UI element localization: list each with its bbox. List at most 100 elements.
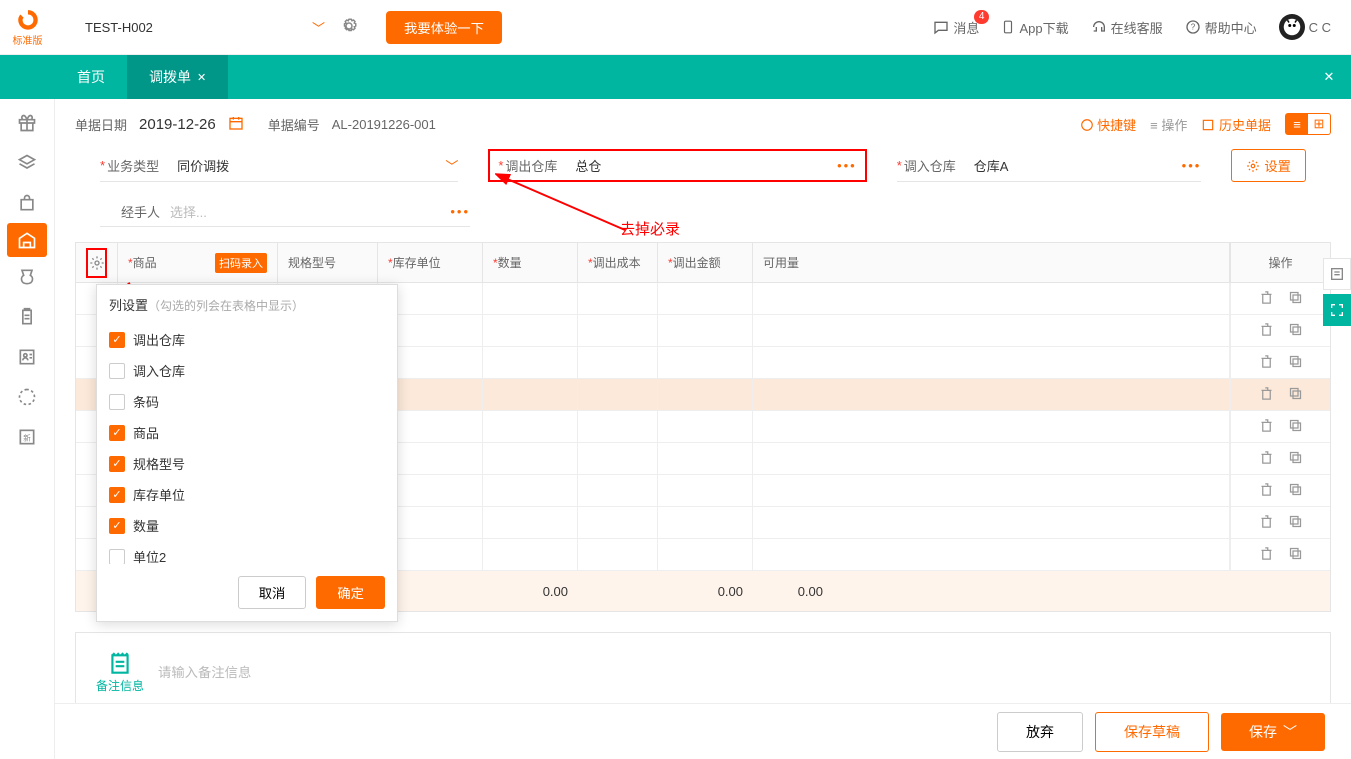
col-unit: *库存单位 xyxy=(378,243,483,282)
checkbox-row[interactable]: ✓库存单位 xyxy=(109,479,385,510)
delete-icon[interactable] xyxy=(1259,546,1274,564)
checkbox[interactable]: ✓ xyxy=(109,425,125,441)
cancel-button[interactable]: 取消 xyxy=(238,576,307,609)
rail-contact-icon[interactable] xyxy=(0,337,55,377)
copy-icon[interactable] xyxy=(1288,354,1303,372)
memo-icon: 备注信息 xyxy=(96,651,144,694)
scan-button[interactable]: 扫码录入 xyxy=(215,253,267,273)
rail-loading-icon[interactable] xyxy=(0,377,55,417)
copy-icon[interactable] xyxy=(1288,386,1303,404)
doc-no-label: 单据编号 xyxy=(268,115,320,134)
tab-transfer[interactable]: 调拨单 ✕ xyxy=(127,55,228,99)
copy-icon[interactable] xyxy=(1288,514,1303,532)
checkbox-row[interactable]: 单位2 xyxy=(109,541,385,564)
field-handler[interactable]: 经手人 选择... ••• xyxy=(100,197,470,227)
copy-icon[interactable] xyxy=(1288,418,1303,436)
checkbox-row[interactable]: ✓ 调出仓库 xyxy=(109,324,385,355)
checkbox-row[interactable]: 调入仓库 xyxy=(109,355,385,386)
rail-clipboard-icon[interactable] xyxy=(0,297,55,337)
rail-tag-icon[interactable] xyxy=(0,143,55,183)
rail-new-icon[interactable]: 新 xyxy=(0,417,55,457)
more-icon[interactable]: ••• xyxy=(450,204,470,219)
tab-home[interactable]: 首页 xyxy=(55,55,127,99)
checkbox[interactable]: ✓ xyxy=(109,518,125,534)
support-link[interactable]: 在线客服 xyxy=(1091,18,1163,37)
app-download-link[interactable]: App下载 xyxy=(1001,18,1068,37)
checkbox-row[interactable]: ✓数量 xyxy=(109,510,385,541)
copy-icon[interactable] xyxy=(1288,482,1303,500)
close-icon[interactable]: ✕ xyxy=(197,71,206,84)
checkbox-row[interactable]: 条码 xyxy=(109,386,385,417)
delete-icon[interactable] xyxy=(1259,386,1274,404)
shortcut-link[interactable]: 快捷键 xyxy=(1080,115,1137,134)
in-wh-value: 仓库A xyxy=(974,156,1182,175)
delete-icon[interactable] xyxy=(1259,290,1274,308)
discard-button[interactable]: 放弃 xyxy=(997,712,1083,752)
total-amount: 0.00 xyxy=(658,584,753,599)
checkbox-row[interactable]: ✓ 规格型号 xyxy=(109,448,385,479)
checkbox[interactable]: ✓ xyxy=(109,332,125,348)
settings-button[interactable]: 设置 xyxy=(1231,149,1306,182)
delete-icon[interactable] xyxy=(1259,354,1274,372)
logo[interactable]: 标准版 xyxy=(0,0,55,55)
rail-warehouse-icon[interactable] xyxy=(7,223,47,257)
save-button[interactable]: 保存﹀ xyxy=(1221,713,1325,751)
field-in-warehouse[interactable]: *调入仓库 仓库A ••• xyxy=(897,149,1202,182)
copy-icon[interactable] xyxy=(1288,450,1303,468)
try-button[interactable]: 我要体验一下 xyxy=(386,11,502,44)
checkbox[interactable]: ✓ xyxy=(109,456,125,472)
delete-icon[interactable] xyxy=(1259,482,1274,500)
checkbox[interactable] xyxy=(109,394,125,410)
field-biz-type[interactable]: *业务类型 同价调拨 ﹀ xyxy=(100,149,458,182)
delete-icon[interactable] xyxy=(1259,450,1274,468)
delete-icon[interactable] xyxy=(1259,418,1274,436)
copy-icon[interactable] xyxy=(1288,290,1303,308)
col-avail: 可用量 xyxy=(753,243,1230,282)
popup-body[interactable]: ✓调出仓库调入仓库条码✓商品✓规格型号✓库存单位✓数量单位2 xyxy=(97,324,397,564)
checkbox-label: 调出仓库 xyxy=(133,330,185,349)
save-draft-button[interactable]: 保存草稿 xyxy=(1095,712,1209,752)
delete-icon[interactable] xyxy=(1259,514,1274,532)
rail-gift-icon[interactable] xyxy=(0,103,55,143)
calendar-icon[interactable] xyxy=(228,115,244,134)
tabbar-close[interactable]: ✕ xyxy=(1307,55,1351,99)
ok-button[interactable]: 确定 xyxy=(316,576,385,609)
more-icon[interactable]: ••• xyxy=(837,158,857,173)
popup-title: 列设置 xyxy=(109,298,148,313)
help-link[interactable]: ? 帮助中心 xyxy=(1185,18,1257,37)
form-row-1: *业务类型 同价调拨 ﹀ *调出仓库 总仓 ••• *调入仓库 仓库A ••• … xyxy=(75,149,1331,182)
field-out-warehouse[interactable]: *调出仓库 总仓 ••• xyxy=(488,149,866,182)
org-selector[interactable]: TEST-H002 ﹀ xyxy=(85,18,325,37)
copy-icon[interactable] xyxy=(1288,546,1303,564)
delete-icon[interactable] xyxy=(1259,322,1274,340)
grid-view-icon[interactable]: ⊞ xyxy=(1308,114,1330,134)
checkbox[interactable] xyxy=(109,549,125,565)
total-qty: 0.00 xyxy=(483,584,578,599)
app-download-label: App下载 xyxy=(1019,18,1068,37)
messages-link[interactable]: 消息 4 xyxy=(933,18,979,37)
tab-transfer-label: 调拨单 xyxy=(149,67,191,87)
checkbox[interactable]: ✓ xyxy=(109,487,125,503)
col-cost: *调出成本 xyxy=(578,243,658,282)
rail-money-icon[interactable] xyxy=(0,257,55,297)
checkbox-label: 条码 xyxy=(133,392,159,411)
expand-icon[interactable] xyxy=(1323,294,1351,326)
message-icon xyxy=(933,19,949,35)
column-settings-button[interactable] xyxy=(76,243,118,282)
date-label: 单据日期 xyxy=(75,115,127,134)
history-link[interactable]: 历史单据 xyxy=(1201,115,1271,134)
memo-input[interactable] xyxy=(158,665,1310,680)
view-toggle[interactable]: ≡ ⊞ xyxy=(1285,113,1331,135)
rail-bag-icon[interactable] xyxy=(0,183,55,223)
gear-icon[interactable] xyxy=(340,17,358,38)
notes-icon[interactable] xyxy=(1323,258,1351,290)
checkbox-label: 规格型号 xyxy=(133,454,185,473)
operate-link[interactable]: ≡ 操作 xyxy=(1150,115,1187,134)
user-menu[interactable]: C C xyxy=(1279,14,1331,40)
checkbox-row[interactable]: ✓商品 xyxy=(109,417,385,448)
copy-icon[interactable] xyxy=(1288,322,1303,340)
list-view-icon[interactable]: ≡ xyxy=(1286,114,1308,134)
more-icon[interactable]: ••• xyxy=(1182,158,1202,173)
date-value[interactable]: 2019-12-26 xyxy=(139,116,216,133)
checkbox[interactable] xyxy=(109,363,125,379)
